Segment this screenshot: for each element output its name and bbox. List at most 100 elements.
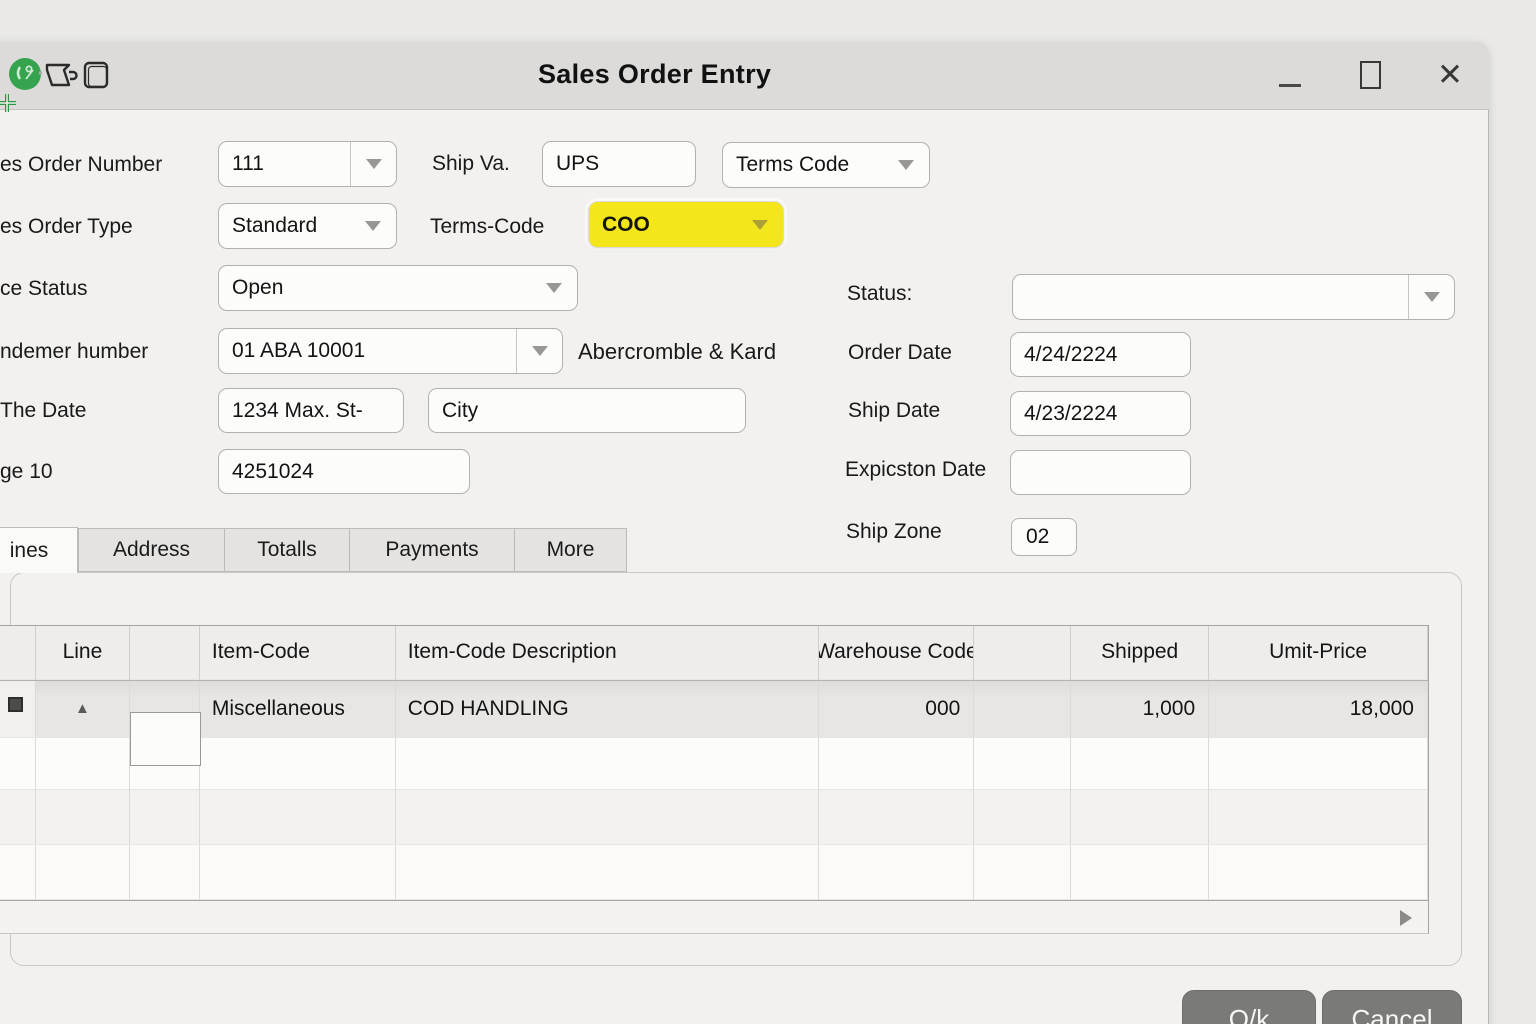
warehouse-cell[interactable]: 000 — [819, 680, 975, 738]
empty-cell[interactable] — [129, 845, 200, 900]
chevron-down-icon[interactable] — [365, 221, 381, 231]
order-date-field[interactable]: 4/24/2224 — [1010, 332, 1191, 377]
ok-button[interactable]: O/k — [1182, 990, 1316, 1024]
ship-via-field[interactable]: UPS — [542, 141, 696, 187]
tab-lines[interactable]: ines — [0, 527, 78, 573]
empty-cell[interactable] — [395, 790, 820, 846]
city-value: City — [442, 398, 479, 422]
tab-address[interactable]: Address — [78, 528, 225, 572]
table-row[interactable] — [0, 737, 1429, 791]
triangle-up-icon: ▲ — [75, 700, 90, 718]
empty-cell[interactable] — [1071, 790, 1210, 846]
unit-price-cell[interactable]: 18,000 — [1209, 680, 1428, 738]
col-header-description[interactable]: Item-Code Description — [395, 626, 820, 680]
table-header-row: Line Item-Code Item-Code Description War… — [0, 626, 1429, 681]
ship-via-label: Ship Va. — [432, 152, 510, 175]
ship-date-label: Ship Date — [848, 399, 941, 422]
col-header-shipped[interactable]: Shipped — [1071, 626, 1210, 680]
ship-zone-value: 02 — [1026, 525, 1050, 548]
shipped-cell[interactable]: 1,000 — [1071, 680, 1210, 738]
empty-cell[interactable] — [35, 737, 130, 791]
tab-payments[interactable]: Payments — [349, 528, 515, 572]
description-cell[interactable]: COD HANDLING — [395, 680, 820, 738]
customer-number-value: 01 ABA 10001 — [232, 339, 366, 362]
terms-code-value: COO — [602, 212, 650, 236]
chevron-down-icon[interactable] — [546, 283, 562, 293]
col-header-item-code[interactable]: Item-Code — [199, 626, 396, 680]
tab-label: ines — [9, 538, 49, 562]
close-icon[interactable]: ✕ — [1437, 57, 1463, 93]
tab-totals[interactable]: Totalls — [224, 528, 350, 572]
expiration-date-field[interactable] — [1010, 450, 1191, 495]
empty-cell[interactable] — [974, 790, 1072, 846]
chevron-down-icon[interactable] — [1408, 275, 1454, 319]
item-code-cell[interactable]: Miscellaneous — [199, 680, 396, 738]
blank-cell[interactable] — [974, 680, 1072, 738]
empty-cell[interactable] — [819, 845, 975, 900]
empty-cell[interactable] — [819, 790, 975, 846]
terms-code-highlighted-dropdown[interactable]: COO — [588, 201, 784, 248]
focused-cell-outline[interactable] — [130, 712, 201, 766]
empty-cell[interactable] — [1209, 790, 1429, 846]
chevron-down-icon[interactable] — [752, 219, 768, 230]
chevron-down-icon[interactable] — [350, 142, 396, 186]
col-header-warehouse[interactable]: Warehouse Code — [819, 626, 975, 680]
chevron-down-icon[interactable] — [516, 329, 562, 373]
copy-icon[interactable] — [82, 60, 110, 90]
empty-cell[interactable] — [1071, 737, 1210, 791]
terms-code-dropdown[interactable]: Terms Code — [722, 142, 930, 188]
empty-cell[interactable] — [819, 737, 975, 791]
order-type-label: es Order Type — [0, 215, 133, 238]
minimize-icon[interactable] — [1279, 84, 1301, 87]
zip-field[interactable]: 4251024 — [218, 449, 470, 494]
plus-icon — [0, 92, 18, 114]
table-row[interactable] — [0, 845, 1429, 900]
ship-zone-field[interactable]: 02 — [1011, 518, 1077, 556]
ship-date-value: 4/23/2224 — [1024, 401, 1118, 425]
maximize-icon[interactable] — [1360, 61, 1381, 89]
status-dropdown[interactable]: Open — [218, 265, 578, 311]
table-row[interactable]: ▲ Miscellaneous COD HANDLING 000 1,000 1… — [0, 680, 1428, 738]
terms-code-label: Terms-Code — [430, 215, 545, 238]
line-cell[interactable]: ▲ — [35, 680, 130, 738]
empty-cell[interactable] — [35, 790, 130, 846]
empty-cell[interactable] — [395, 737, 820, 791]
empty-cell[interactable] — [395, 845, 820, 900]
kettle-icon[interactable] — [44, 60, 78, 90]
col-header-unit-price[interactable]: Umit-Price — [1209, 626, 1429, 680]
customer-number-combo[interactable]: 01 ABA 10001 — [218, 328, 563, 374]
tab-more[interactable]: More — [514, 528, 627, 572]
order-date-label: Order Date — [848, 341, 952, 364]
ship-date-field[interactable]: 4/23/2224 — [1010, 391, 1191, 436]
line-items-table: Line Item-Code Item-Code Description War… — [0, 625, 1429, 901]
scroll-right-icon[interactable] — [1400, 910, 1412, 926]
empty-cell[interactable] — [974, 845, 1072, 900]
col-header-blank2 — [974, 626, 1072, 680]
row-selector-cell — [0, 790, 36, 846]
empty-cell[interactable] — [199, 845, 396, 900]
empty-cell[interactable] — [35, 845, 130, 900]
empty-cell[interactable] — [199, 790, 396, 846]
horizontal-scrollbar[interactable] — [0, 901, 1429, 934]
tab-label: More — [546, 538, 595, 561]
order-number-combo[interactable]: 111 — [218, 141, 397, 187]
empty-cell[interactable] — [1071, 845, 1210, 900]
cancel-button[interactable]: Cancel — [1322, 990, 1462, 1024]
street-value: 1234 Max. St- — [232, 398, 363, 422]
status-right-dropdown[interactable] — [1012, 274, 1455, 320]
empty-cell[interactable] — [199, 737, 396, 791]
street-field[interactable]: 1234 Max. St- — [218, 388, 404, 433]
col-header-line[interactable]: Line — [35, 626, 130, 680]
city-field[interactable]: City — [428, 388, 746, 433]
empty-cell[interactable] — [129, 790, 200, 846]
customer-number-label: ndemer humber — [0, 340, 149, 363]
empty-cell[interactable] — [974, 737, 1072, 791]
empty-cell[interactable] — [1209, 737, 1429, 791]
chevron-down-icon[interactable] — [898, 160, 914, 170]
tab-label: Totalls — [257, 538, 317, 561]
app-badge-icon[interactable] — [8, 57, 42, 91]
order-type-dropdown[interactable]: Standard — [218, 203, 397, 249]
empty-cell[interactable] — [1209, 845, 1429, 900]
table-row[interactable] — [0, 790, 1429, 846]
current-row-indicator — [8, 697, 23, 712]
